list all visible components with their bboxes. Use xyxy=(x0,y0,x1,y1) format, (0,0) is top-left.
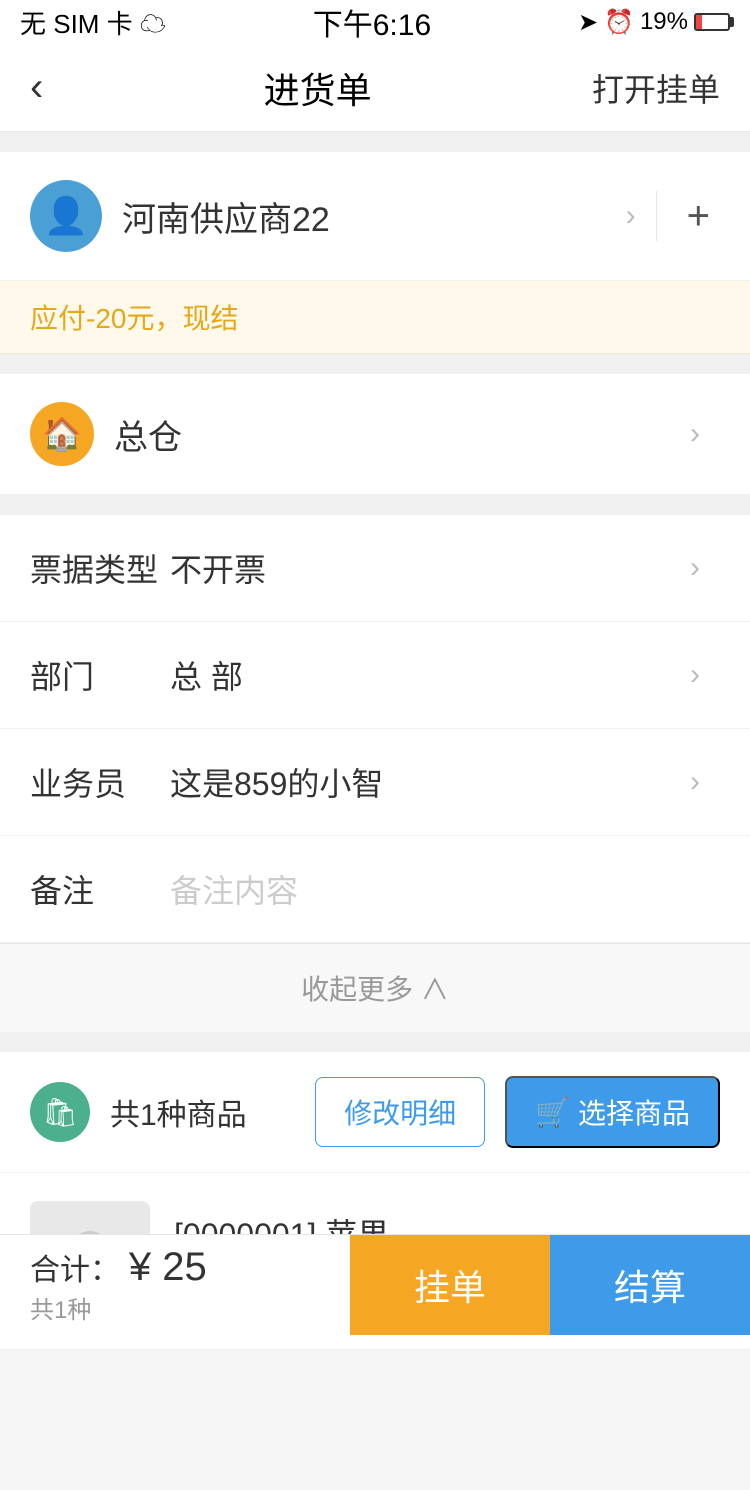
home-icon: 🏠 xyxy=(42,415,82,453)
collapse-row[interactable]: 收起更多 ∧ xyxy=(0,943,750,1032)
battery-icon xyxy=(694,13,730,31)
salesperson-value: 这是859的小智 xyxy=(170,759,690,805)
warehouse-icon: 🏠 xyxy=(30,402,94,466)
invoice-type-chevron-icon: › xyxy=(690,551,700,585)
bag-icon: 🛍 xyxy=(42,1096,78,1129)
back-button[interactable]: ‹ xyxy=(30,65,43,110)
status-bar: 无 SIM 卡 ☁ 下午6:16 ➤ ⏰ 19% xyxy=(0,0,750,44)
salesperson-label: 业务员 xyxy=(30,759,170,805)
salesperson-row[interactable]: 业务员 这是859的小智 › xyxy=(0,729,750,836)
collapse-label: 收起更多 ∧ xyxy=(301,968,449,1008)
pending-button[interactable]: 挂单 xyxy=(350,1235,550,1335)
total-count: 共1种 xyxy=(30,1290,320,1325)
remark-placeholder: 备注内容 xyxy=(170,866,720,912)
department-label: 部门 xyxy=(30,652,170,698)
status-left: 无 SIM 卡 ☁ xyxy=(20,4,166,41)
warehouse-section: 🏠 总仓 › xyxy=(0,374,750,495)
department-chevron-icon: › xyxy=(690,658,700,692)
nav-bar: ‹ 进货单 打开挂单 xyxy=(0,44,750,132)
select-product-label: 选择商品 xyxy=(578,1092,690,1132)
select-product-button[interactable]: 🛒 选择商品 xyxy=(505,1076,720,1148)
warehouse-row[interactable]: 🏠 总仓 › xyxy=(0,374,750,495)
invoice-type-value: 不开票 xyxy=(170,545,690,591)
status-time: 下午6:16 xyxy=(313,0,431,44)
section-gap-1 xyxy=(0,132,750,152)
settle-button[interactable]: 结算 xyxy=(550,1235,750,1335)
remark-label: 备注 xyxy=(30,866,170,912)
products-count: 共1种商品 xyxy=(110,1090,295,1134)
open-pending-button[interactable]: 打开挂单 xyxy=(592,65,720,111)
section-gap-4 xyxy=(0,1032,750,1052)
form-section: 票据类型 不开票 › 部门 总 部 › 业务员 这是859的小智 › 备注 备注… xyxy=(0,515,750,943)
cart-icon: 🛒 xyxy=(535,1096,570,1129)
divider xyxy=(656,191,657,241)
bottom-spacing xyxy=(0,1350,750,1390)
edit-detail-button[interactable]: 修改明细 xyxy=(315,1077,485,1147)
location-icon: ➤ xyxy=(578,8,598,37)
products-icon: 🛍 xyxy=(30,1082,90,1142)
supplier-chevron-icon: › xyxy=(626,199,636,233)
alert-bar: 应付-20元，现结 xyxy=(0,281,750,354)
warehouse-name: 总仓 xyxy=(114,410,690,459)
status-right: ➤ ⏰ 19% xyxy=(578,8,730,37)
warehouse-chevron-icon: › xyxy=(690,417,700,451)
supplier-name: 河南供应商22 xyxy=(122,192,626,241)
invoice-type-row[interactable]: 票据类型 不开票 › xyxy=(0,515,750,622)
department-value: 总 部 xyxy=(170,652,690,698)
battery-text: 19% xyxy=(640,8,688,36)
section-gap-2 xyxy=(0,354,750,374)
supplier-section: 👤 河南供应商22 › + 应付-20元，现结 xyxy=(0,152,750,354)
salesperson-chevron-icon: › xyxy=(690,765,700,799)
total-amount: ¥ 25 xyxy=(129,1245,207,1289)
department-row[interactable]: 部门 总 部 › xyxy=(0,622,750,729)
supplier-avatar: 👤 xyxy=(30,180,102,252)
invoice-type-label: 票据类型 xyxy=(30,545,170,591)
total-label: 合计： xyxy=(30,1254,120,1287)
section-gap-3 xyxy=(0,495,750,515)
add-button[interactable]: + xyxy=(677,194,720,239)
total-row: 合计： ¥ 25 xyxy=(30,1245,320,1290)
total-section: 合计： ¥ 25 共1种 xyxy=(0,1245,350,1325)
supplier-row[interactable]: 👤 河南供应商22 › + xyxy=(0,152,750,281)
avatar-icon: 👤 xyxy=(44,195,89,237)
remark-row[interactable]: 备注 备注内容 xyxy=(0,836,750,943)
alarm-icon: ⏰ xyxy=(604,8,634,37)
products-header: 🛍 共1种商品 修改明细 🛒 选择商品 xyxy=(0,1052,750,1173)
sim-signal: 无 SIM 卡 ☁ xyxy=(20,4,166,41)
bottom-bar: 合计： ¥ 25 共1种 挂单 结算 xyxy=(0,1234,750,1334)
page-title: 进货单 xyxy=(264,62,372,114)
